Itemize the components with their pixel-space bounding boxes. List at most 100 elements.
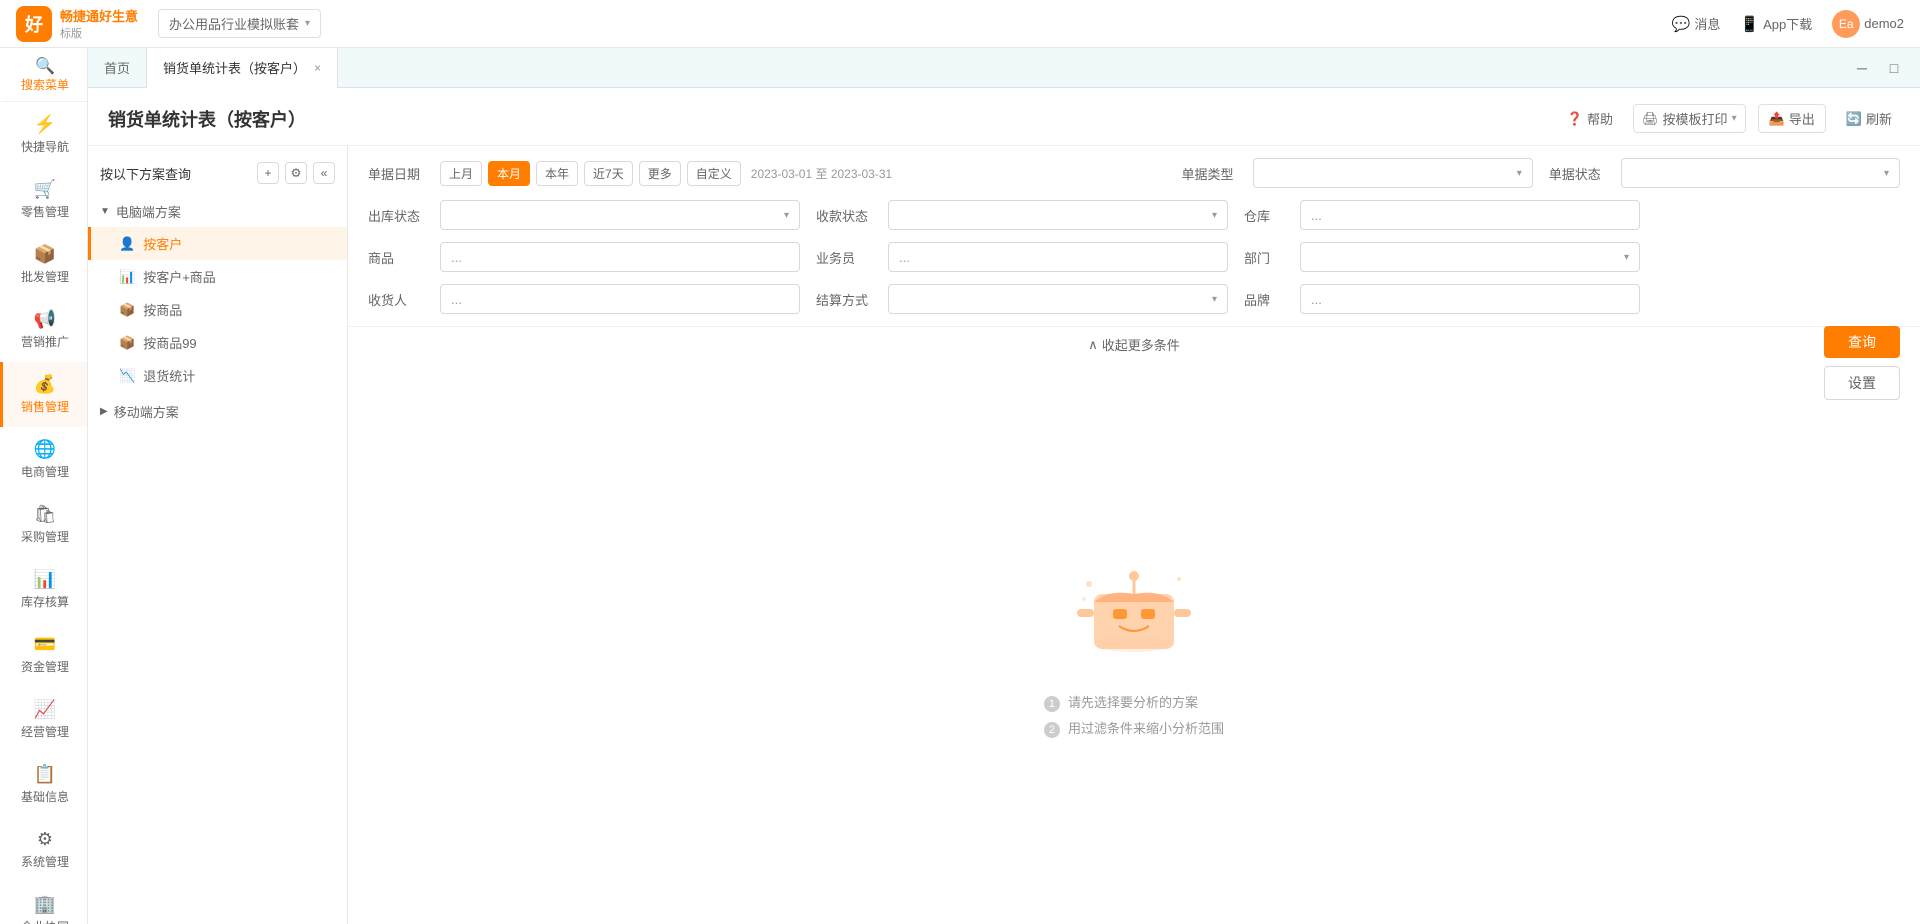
empty-hint-2: 用过滤条件来缩小分析范围 xyxy=(1044,716,1224,742)
department-select[interactable]: ▾ xyxy=(1300,242,1640,272)
export-button[interactable]: 📤 导出 xyxy=(1758,104,1826,133)
doc-type-label: 单据类型 xyxy=(1181,164,1237,183)
sidebar-item-basic-info[interactable]: 📋 基础信息 xyxy=(0,752,87,817)
brand-more-icon: ... xyxy=(1311,292,1322,307)
brand-select[interactable]: ... xyxy=(1300,284,1640,314)
warehouse-select[interactable]: ... xyxy=(1300,200,1640,230)
scheme-desktop-group: ▼ 电脑端方案 👤 按客户 📊 按客户+商品 📦 按商品 xyxy=(88,196,347,392)
operations-icon: 📈 xyxy=(7,699,83,720)
date-btn-custom[interactable]: 自定义 xyxy=(687,161,741,186)
user-avatar-area[interactable]: Ea demo2 xyxy=(1832,10,1904,38)
department-dropdown-icon: ▾ xyxy=(1624,252,1629,263)
refresh-button[interactable]: 🔄 刷新 xyxy=(1838,105,1900,132)
scheme-item-customer-product[interactable]: 📊 按客户+商品 xyxy=(88,260,347,293)
date-range-text: 2023-03-01 至 2023-03-31 xyxy=(751,165,892,182)
tab-bar: 首页 销货单统计表（按客户） × ─ □ xyxy=(88,48,1920,88)
tab-maximize-button[interactable]: □ xyxy=(1880,54,1908,82)
scheme-mobile-group-header[interactable]: ▶ 移动端方案 xyxy=(88,396,347,427)
scheme-return-stats-icon: 📉 xyxy=(119,368,135,384)
scheme-customer-icon: 👤 xyxy=(119,236,135,252)
scheme-item-product[interactable]: 📦 按商品 xyxy=(88,293,347,326)
scheme-mobile-expand-icon: ▶ xyxy=(100,406,108,417)
help-icon: ❓ xyxy=(1567,111,1583,127)
tab-sales-stats[interactable]: 销货单统计表（按客户） × xyxy=(147,48,338,88)
sidebar-item-system[interactable]: ⚙ 系统管理 xyxy=(0,817,87,882)
recipient-more-icon: ... xyxy=(451,292,462,307)
sidebar-item-ecommerce[interactable]: 🌐 电商管理 xyxy=(0,427,87,492)
sidebar-item-finance[interactable]: 💳 资金管理 xyxy=(0,622,87,687)
sidebar-item-enterprise[interactable]: 🏢 企业协同 xyxy=(0,882,87,924)
salesperson-select[interactable]: ... xyxy=(888,242,1228,272)
date-button-group: 上月 本月 本年 近7天 更多 自定义 2023-03-01 至 2023-03… xyxy=(440,161,892,186)
sidebar-item-operations[interactable]: 📈 经营管理 xyxy=(0,687,87,752)
app-download-button[interactable]: 📱 App下载 xyxy=(1740,14,1812,33)
doc-status-select[interactable]: ▾ xyxy=(1621,158,1900,188)
scheme-product99-icon: 📦 xyxy=(119,335,135,351)
scheme-settings-button[interactable]: ⚙ xyxy=(285,162,307,184)
collapse-filters-label: 收起更多条件 xyxy=(1102,335,1180,354)
sidebar-item-purchase[interactable]: 🛍 采购管理 xyxy=(0,492,87,557)
query-button[interactable]: 查询 xyxy=(1824,326,1900,358)
empty-state: 请先选择要分析的方案 用过滤条件来缩小分析范围 xyxy=(348,362,1920,924)
date-btn-this-month[interactable]: 本月 xyxy=(488,161,530,186)
right-panel: 单据日期 上月 本月 本年 近7天 更多 自定义 2023-03-01 至 20… xyxy=(348,146,1920,924)
date-btn-more[interactable]: 更多 xyxy=(639,161,681,186)
print-icon: 🖨 xyxy=(1642,111,1659,127)
warehouse-more-icon: ... xyxy=(1311,208,1322,223)
scheme-desktop-group-header[interactable]: ▼ 电脑端方案 xyxy=(88,196,347,227)
sidebar-item-retail[interactable]: 🛒 零售管理 xyxy=(0,167,87,232)
settlement-select[interactable]: ▾ xyxy=(888,284,1228,314)
action-buttons: 查询 设置 xyxy=(1824,326,1900,400)
settings-button[interactable]: 设置 xyxy=(1824,366,1900,400)
date-btn-last7days[interactable]: 近7天 xyxy=(584,161,633,186)
product-select[interactable]: ... xyxy=(440,242,800,272)
doc-status-dropdown-icon: ▾ xyxy=(1884,168,1889,179)
collapse-filters-button[interactable]: ∧ 收起更多条件 xyxy=(348,327,1920,362)
doc-type-select[interactable]: ▾ xyxy=(1253,158,1532,188)
enterprise-icon: 🏢 xyxy=(7,894,83,915)
scheme-item-customer[interactable]: 👤 按客户 xyxy=(88,227,347,260)
sidebar-item-search[interactable]: 🔍 搜索菜单 xyxy=(0,48,87,102)
scheme-product99-label: 按商品99 xyxy=(143,333,196,352)
scheme-add-button[interactable]: + xyxy=(257,162,279,184)
ecommerce-icon: 🌐 xyxy=(7,439,83,460)
app-subtitle: 标版 xyxy=(60,25,138,41)
finance-icon: 💳 xyxy=(7,634,83,655)
scheme-collapse-button[interactable]: « xyxy=(313,162,335,184)
maximize-icon: □ xyxy=(1890,60,1898,76)
payment-status-select[interactable]: ▾ xyxy=(888,200,1228,230)
recipient-select[interactable]: ... xyxy=(440,284,800,314)
scheme-customer-product-icon: 📊 xyxy=(119,269,135,285)
sidebar-item-marketing[interactable]: 📢 营销推广 xyxy=(0,297,87,362)
avatar: Ea xyxy=(1832,10,1860,38)
date-label: 单据日期 xyxy=(368,164,424,183)
scheme-item-return-stats[interactable]: 📉 退货统计 xyxy=(88,359,347,392)
doc-type-dropdown-icon: ▾ xyxy=(1517,168,1522,179)
basic-info-icon: 📋 xyxy=(7,764,83,785)
industry-dropdown-icon: ▾ xyxy=(305,18,310,29)
sidebar-item-wholesale[interactable]: 📦 批发管理 xyxy=(0,232,87,297)
out-status-label: 出库状态 xyxy=(368,206,424,225)
scheme-item-product99[interactable]: 📦 按商品99 xyxy=(88,326,347,359)
sidebar-item-inventory[interactable]: 📊 库存核算 xyxy=(0,557,87,622)
filter-area: 单据日期 上月 本月 本年 近7天 更多 自定义 2023-03-01 至 20… xyxy=(348,146,1920,327)
print-button[interactable]: 🖨 按模板打印 ▾ xyxy=(1633,104,1746,133)
scheme-product-label: 按商品 xyxy=(143,300,182,319)
tab-minimize-button[interactable]: ─ xyxy=(1848,54,1876,82)
tab-close-button[interactable]: × xyxy=(314,61,321,75)
scheme-product-icon: 📦 xyxy=(119,302,135,318)
empty-hints: 请先选择要分析的方案 用过滤条件来缩小分析范围 xyxy=(1044,690,1224,742)
date-btn-last-month[interactable]: 上月 xyxy=(440,161,482,186)
content-area: 首页 销货单统计表（按客户） × ─ □ 销货单统计表（按客户） ❓ xyxy=(88,48,1920,924)
sidebar-item-sales[interactable]: 💰 销售管理 xyxy=(0,362,87,427)
tab-home[interactable]: 首页 xyxy=(88,48,147,88)
help-button[interactable]: ❓ 帮助 xyxy=(1559,105,1621,132)
date-btn-this-year[interactable]: 本年 xyxy=(536,161,578,186)
sidebar-item-quick-nav[interactable]: ⚡ 快捷导航 xyxy=(0,102,87,167)
out-status-select[interactable]: ▾ xyxy=(440,200,800,230)
settlement-dropdown-icon: ▾ xyxy=(1212,294,1217,305)
message-button[interactable]: 💬 消息 xyxy=(1672,14,1721,33)
department-label: 部门 xyxy=(1244,248,1284,267)
retail-icon: 🛒 xyxy=(7,179,83,200)
industry-selector[interactable]: 办公用品行业模拟账套 ▾ xyxy=(158,9,321,38)
